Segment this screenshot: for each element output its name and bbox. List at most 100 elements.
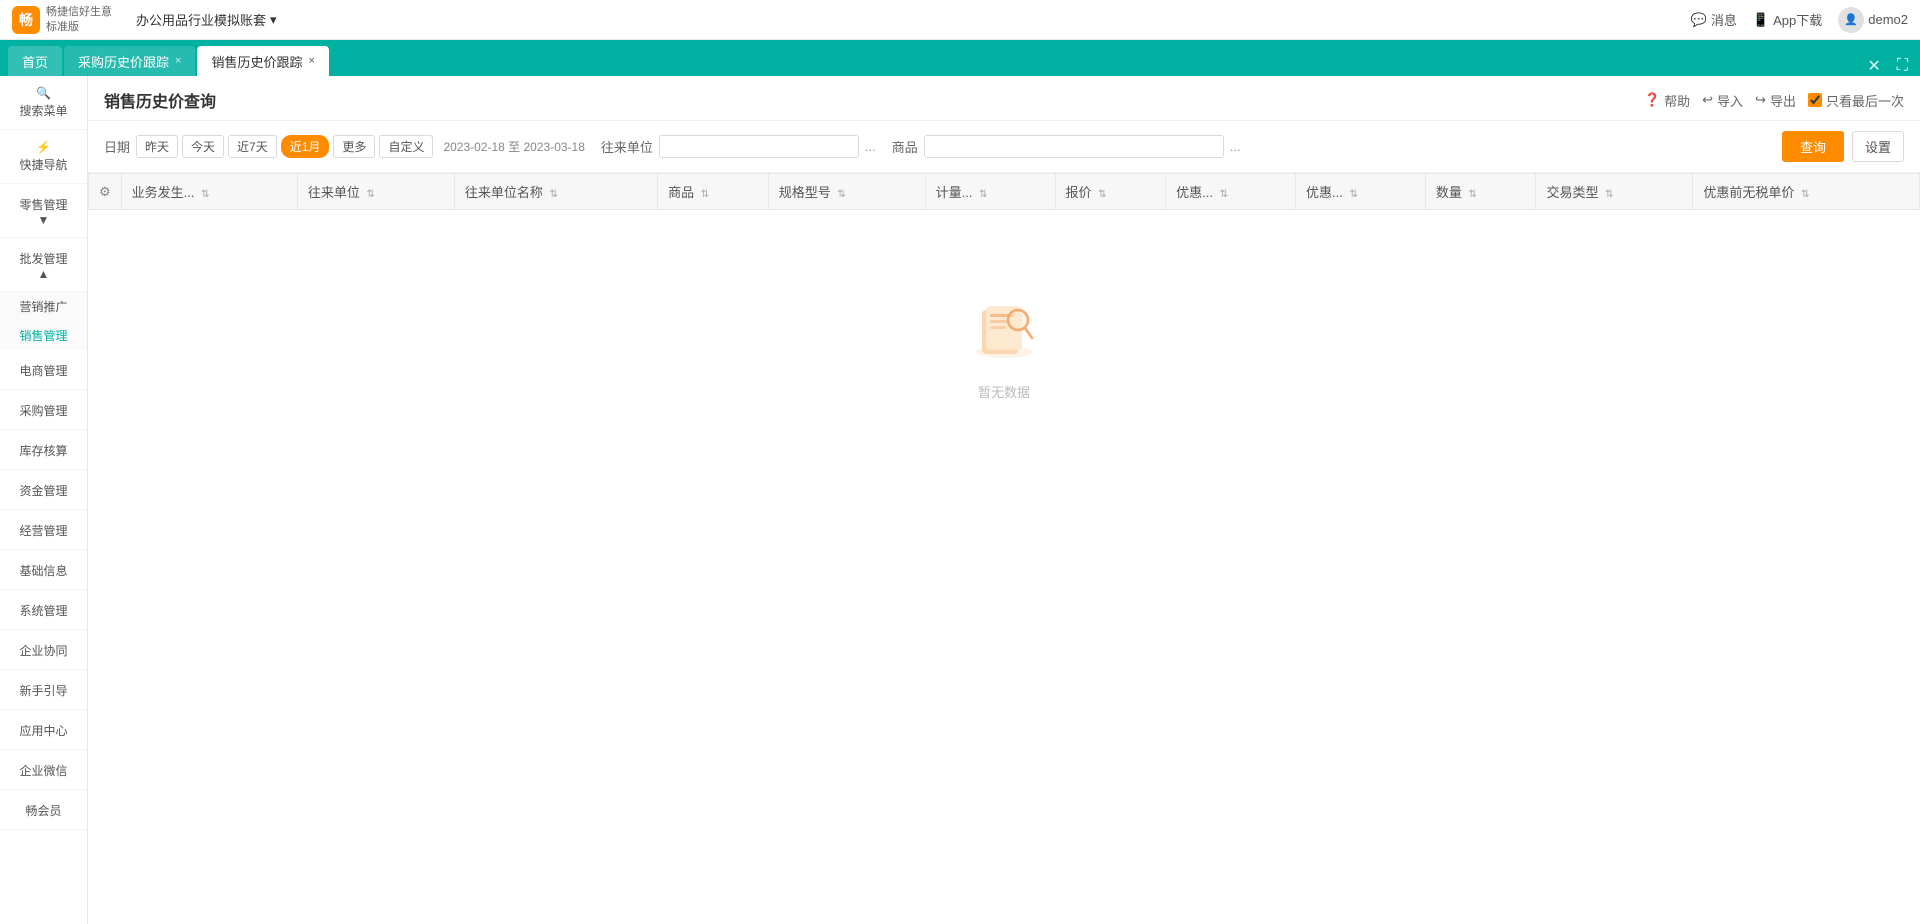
date-btn-last7days[interactable]: 近7天 bbox=[228, 135, 277, 158]
only-last-checkbox[interactable] bbox=[1808, 93, 1822, 107]
sidebar-item-search-menu[interactable]: 🔍 搜索菜单 bbox=[0, 76, 87, 130]
date-buttons: 昨天 今天 近7天 近1月 更多 自定义 bbox=[136, 135, 433, 158]
sort-icon-partner-code[interactable]: ⇅ bbox=[367, 189, 375, 200]
date-btn-last1month[interactable]: 近1月 bbox=[281, 135, 330, 158]
sort-icon-unit[interactable]: ⇅ bbox=[979, 189, 987, 200]
empty-illustration bbox=[964, 290, 1044, 370]
maximize-window-icon[interactable]: ⛶ bbox=[1893, 57, 1912, 75]
th-discount1: 优惠... ⇅ bbox=[1166, 174, 1296, 210]
sidebar-item-marketing[interactable]: 营销推广 bbox=[0, 292, 87, 321]
query-button[interactable]: 查询 bbox=[1782, 131, 1844, 162]
close-window-icon[interactable]: ✕ bbox=[1863, 56, 1884, 76]
date-btn-yesterday[interactable]: 昨天 bbox=[136, 135, 178, 158]
sort-icon-pretax-price[interactable]: ⇅ bbox=[1801, 189, 1809, 200]
export-button[interactable]: ↪ 导出 bbox=[1755, 91, 1796, 110]
sidebar-item-quick-nav[interactable]: ⚡ 快捷导航 bbox=[0, 130, 87, 184]
sort-icon-biz-date[interactable]: ⇅ bbox=[201, 189, 209, 200]
product-filter-group: 商品 ... bbox=[892, 135, 1241, 158]
th-settings: ⚙ bbox=[89, 174, 122, 210]
close-sales-tab-icon[interactable]: × bbox=[308, 55, 314, 67]
sidebar-item-purchase-mgmt[interactable]: 采购管理 bbox=[0, 390, 87, 430]
nav-icon: ⚡ bbox=[36, 140, 51, 154]
partner-filter-group: 往来单位 ... bbox=[601, 135, 876, 158]
chevron-up-icon-2: ▲ bbox=[38, 267, 50, 281]
sidebar-item-inventory[interactable]: 库存核算 bbox=[0, 430, 87, 470]
tab-home[interactable]: 首页 bbox=[8, 46, 62, 76]
date-btn-more[interactable]: 更多 bbox=[333, 135, 375, 158]
sidebar-item-enterprise[interactable]: 企业协同 bbox=[0, 630, 87, 670]
page-header: 销售历史价查询 ❓ 帮助 ↩ 导入 ↪ 导出 只看最后一次 bbox=[88, 76, 1920, 121]
th-partner-name: 往来单位名称 ⇅ bbox=[454, 174, 657, 210]
table-header: ⚙ 业务发生... ⇅ 往来单位 ⇅ 往来单位名称 ⇅ bbox=[89, 174, 1920, 210]
product-input[interactable] bbox=[924, 135, 1224, 158]
sort-icon-qty[interactable]: ⇅ bbox=[1469, 189, 1477, 200]
th-qty: 数量 ⇅ bbox=[1425, 174, 1536, 210]
action-buttons: 查询 设置 bbox=[1782, 131, 1904, 162]
partner-picker-icon[interactable]: ... bbox=[865, 139, 876, 154]
sidebar-item-ecommerce[interactable]: 电商管理 bbox=[0, 350, 87, 390]
sidebar-item-retail-mgmt[interactable]: 零售管理 ▼ bbox=[0, 184, 87, 238]
th-quote: 报价 ⇅ bbox=[1055, 174, 1166, 210]
th-discount2: 优惠... ⇅ bbox=[1296, 174, 1426, 210]
date-btn-custom[interactable]: 自定义 bbox=[379, 135, 433, 158]
table-container: ⚙ 业务发生... ⇅ 往来单位 ⇅ 往来单位名称 ⇅ bbox=[88, 173, 1920, 481]
sort-icon-quote[interactable]: ⇅ bbox=[1098, 189, 1106, 200]
app-selector[interactable]: 办公用品行业模拟账套 ▾ bbox=[136, 10, 277, 29]
th-biz-date: 业务发生... ⇅ bbox=[121, 174, 297, 210]
empty-state: 暂无数据 bbox=[88, 210, 1920, 481]
message-icon: 💬 bbox=[1691, 12, 1707, 28]
date-filter-group: 日期 昨天 今天 近7天 近1月 更多 自定义 2023-02-18 至 202… bbox=[104, 135, 585, 158]
table-settings-icon[interactable]: ⚙ bbox=[99, 184, 111, 199]
settings-button[interactable]: 设置 bbox=[1852, 131, 1904, 162]
top-bar-right: 💬 消息 📱 App下载 👤 demo2 bbox=[1691, 7, 1908, 33]
tab-window-actions: ✕ ⛶ bbox=[1863, 56, 1912, 76]
download-icon: 📱 bbox=[1753, 12, 1769, 28]
export-icon: ↪ bbox=[1755, 92, 1766, 108]
sidebar-item-wholesale-mgmt[interactable]: 批发管理 ▲ bbox=[0, 238, 87, 292]
message-button[interactable]: 💬 消息 bbox=[1691, 10, 1737, 29]
date-btn-today[interactable]: 今天 bbox=[182, 135, 224, 158]
data-table: ⚙ 业务发生... ⇅ 往来单位 ⇅ 往来单位名称 ⇅ bbox=[88, 173, 1920, 210]
th-spec: 规格型号 ⇅ bbox=[768, 174, 925, 210]
logo-text: 畅捷信好生意 标准版 bbox=[46, 5, 112, 34]
only-last-toggle[interactable]: 只看最后一次 bbox=[1808, 91, 1904, 110]
sort-icon-trade-type[interactable]: ⇅ bbox=[1605, 189, 1613, 200]
page-header-actions: ❓ 帮助 ↩ 导入 ↪ 导出 只看最后一次 bbox=[1644, 91, 1904, 110]
sidebar-item-app-center[interactable]: 应用中心 bbox=[0, 710, 87, 750]
app-download-button[interactable]: 📱 App下载 bbox=[1753, 10, 1822, 29]
tab-bar: 首页 采购历史价跟踪 × 销售历史价跟踪 × ✕ ⛶ bbox=[0, 40, 1920, 76]
main-layout: 🔍 搜索菜单 ⚡ 快捷导航 零售管理 ▼ 批发管理 ▲ 营销推广 销售管理 电商… bbox=[0, 76, 1920, 924]
tab-sales-history[interactable]: 销售历史价跟踪 × bbox=[197, 46, 328, 76]
import-button[interactable]: ↩ 导入 bbox=[1702, 91, 1743, 110]
top-bar: 畅 畅捷信好生意 标准版 办公用品行业模拟账套 ▾ 💬 消息 📱 App下载 👤… bbox=[0, 0, 1920, 40]
sidebar-item-basic-info[interactable]: 基础信息 bbox=[0, 550, 87, 590]
sidebar-item-system-mgmt[interactable]: 系统管理 bbox=[0, 590, 87, 630]
th-product: 商品 ⇅ bbox=[658, 174, 769, 210]
logo-icon: 畅 bbox=[12, 6, 40, 34]
user-menu[interactable]: 👤 demo2 bbox=[1838, 7, 1908, 33]
sidebar-item-finance[interactable]: 资金管理 bbox=[0, 470, 87, 510]
close-purchase-tab-icon[interactable]: × bbox=[175, 55, 181, 67]
chevron-down-icon: ▾ bbox=[270, 12, 277, 28]
sort-icon-spec[interactable]: ⇅ bbox=[837, 189, 845, 200]
sidebar-item-new-guide[interactable]: 新手引导 bbox=[0, 670, 87, 710]
content-area: 销售历史价查询 ❓ 帮助 ↩ 导入 ↪ 导出 只看最后一次 bbox=[88, 76, 1920, 924]
sort-icon-product[interactable]: ⇅ bbox=[701, 189, 709, 200]
sidebar-item-operations[interactable]: 经营管理 bbox=[0, 510, 87, 550]
empty-text: 暂无数据 bbox=[978, 382, 1030, 401]
sidebar-item-sales-mgmt[interactable]: 销售管理 bbox=[0, 321, 87, 350]
tab-purchase-history[interactable]: 采购历史价跟踪 × bbox=[64, 46, 195, 76]
product-picker-icon[interactable]: ... bbox=[1230, 139, 1241, 154]
th-trade-type: 交易类型 ⇅ bbox=[1536, 174, 1693, 210]
sort-icon-discount2[interactable]: ⇅ bbox=[1349, 189, 1357, 200]
sort-icon-partner-name[interactable]: ⇅ bbox=[549, 189, 557, 200]
help-button[interactable]: ❓ 帮助 bbox=[1644, 91, 1690, 110]
partner-input[interactable] bbox=[659, 135, 859, 158]
top-bar-left: 畅 畅捷信好生意 标准版 办公用品行业模拟账套 ▾ bbox=[12, 5, 277, 34]
date-range-text: 2023-02-18 至 2023-03-18 bbox=[443, 138, 584, 155]
sidebar-item-wechat[interactable]: 企业微信 bbox=[0, 750, 87, 790]
avatar: 👤 bbox=[1838, 7, 1864, 33]
sort-icon-discount1[interactable]: ⇅ bbox=[1220, 189, 1228, 200]
chevron-up-icon: ▼ bbox=[38, 213, 50, 227]
sidebar-item-member[interactable]: 畅会员 bbox=[0, 790, 87, 830]
